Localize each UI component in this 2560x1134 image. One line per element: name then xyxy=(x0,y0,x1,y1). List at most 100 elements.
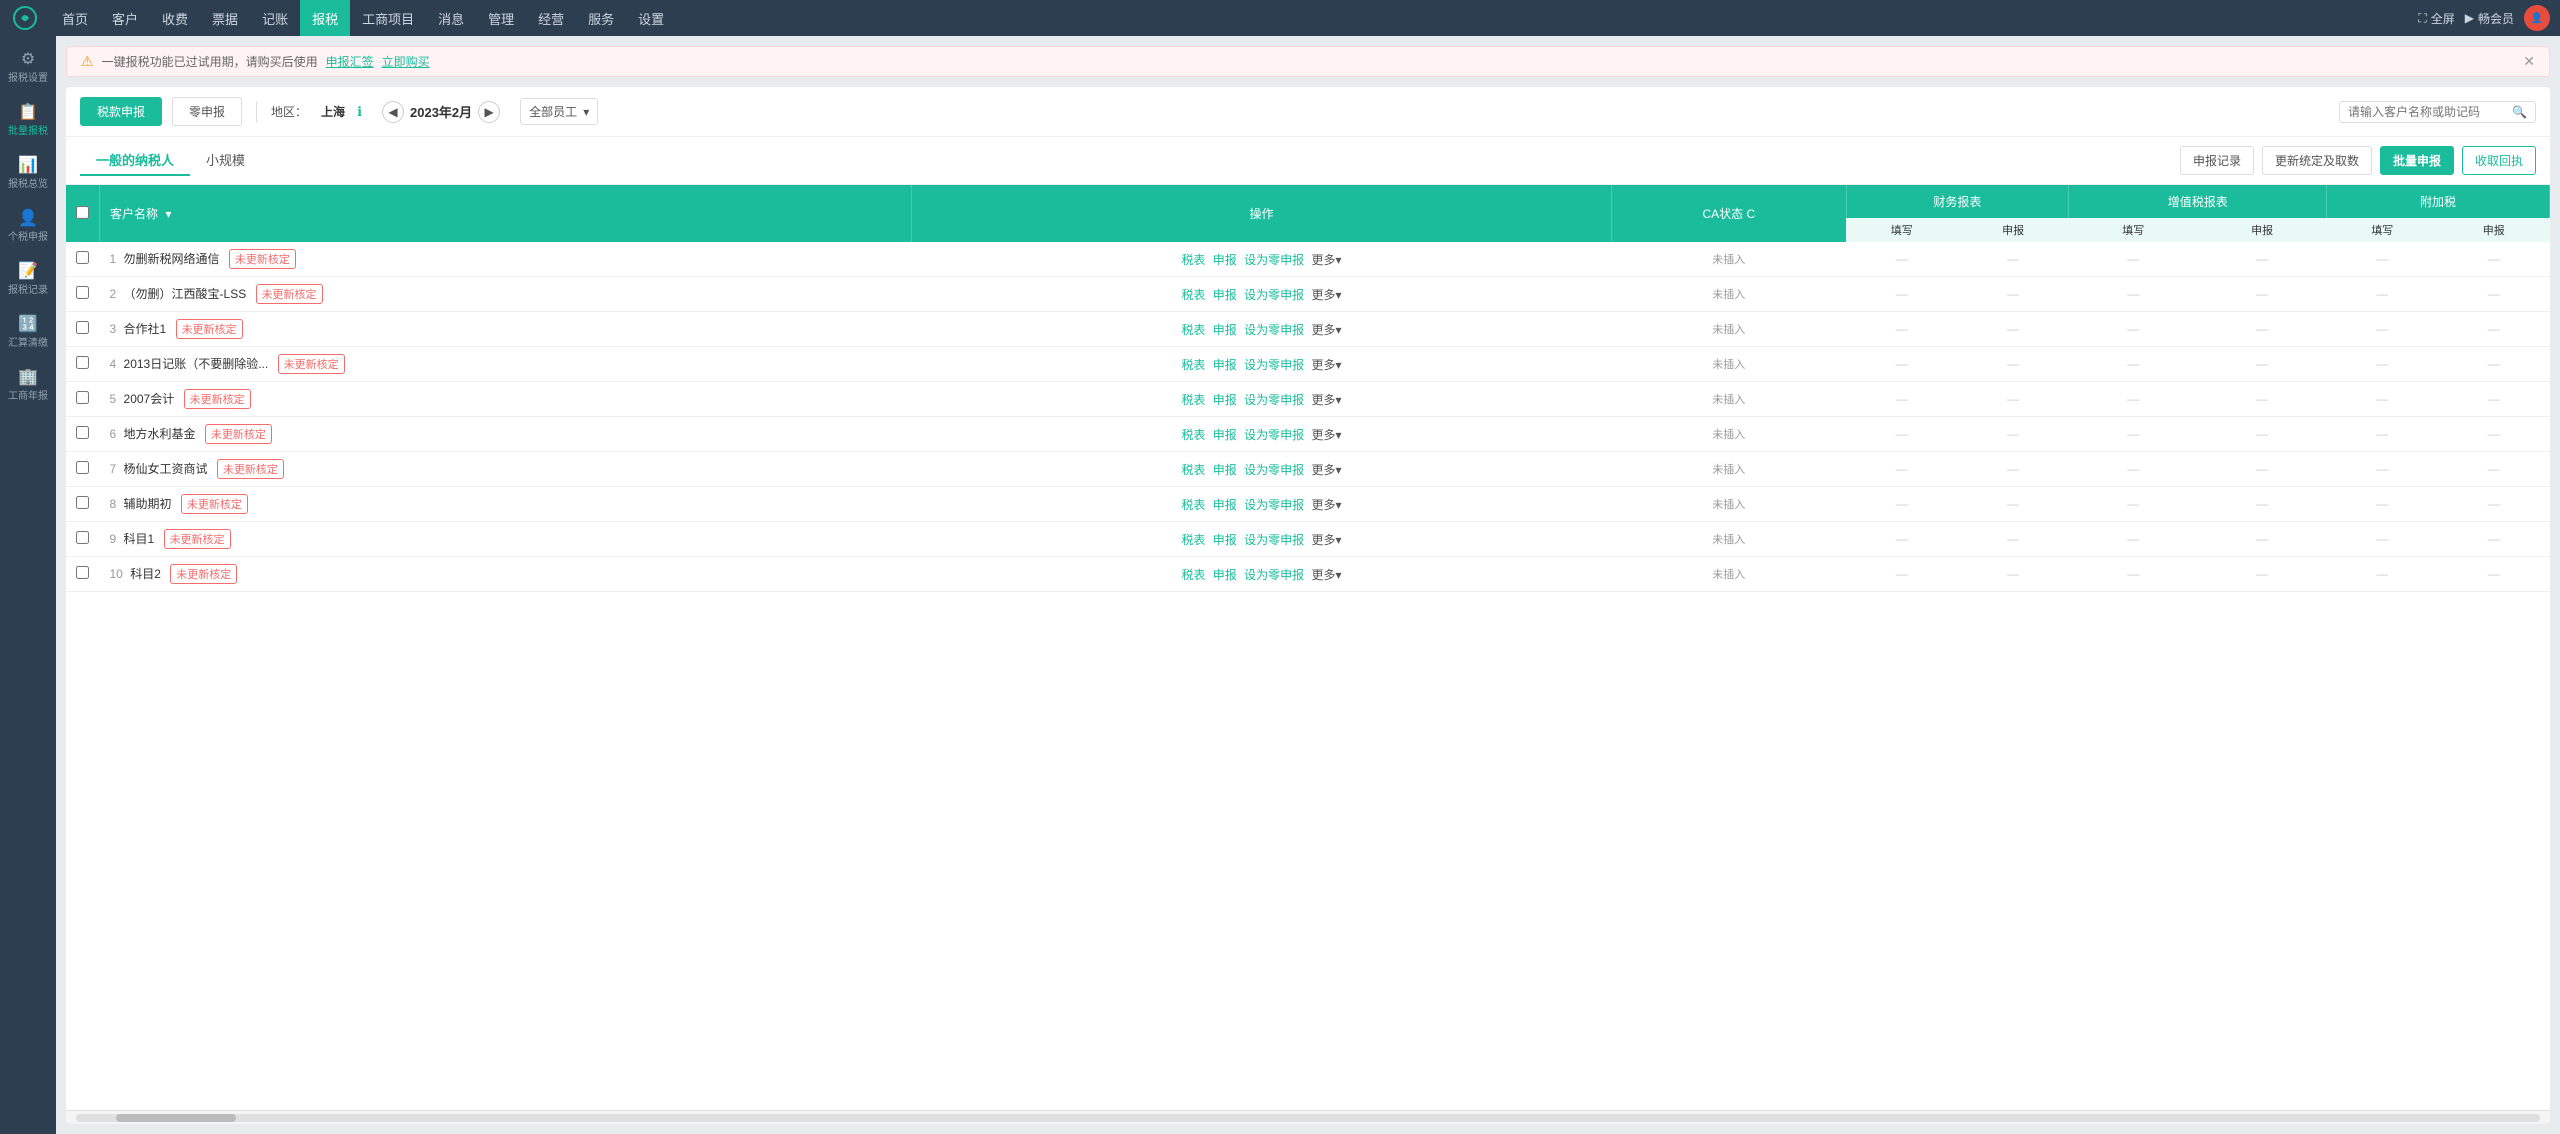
row-checkbox[interactable] xyxy=(76,566,89,579)
fin-dec-header: 申报 xyxy=(1957,218,2068,242)
declare-link[interactable]: 申报 xyxy=(1213,393,1237,407)
sidebar-item-tax-records[interactable]: 📝 报税记录 xyxy=(0,252,56,305)
retrieve-return-button[interactable]: 收取回执 xyxy=(2462,146,2536,175)
declare-link[interactable]: 申报 xyxy=(1213,498,1237,512)
tax-table-link[interactable]: 税表 xyxy=(1181,323,1205,337)
tax-table-link[interactable]: 税表 xyxy=(1181,393,1205,407)
row-checkbox[interactable] xyxy=(76,531,89,544)
nav-home[interactable]: 首页 xyxy=(50,0,100,36)
tax-table-link[interactable]: 税表 xyxy=(1181,533,1205,547)
more-link[interactable]: 更多▾ xyxy=(1311,463,1341,477)
tax-table-link[interactable]: 税表 xyxy=(1181,498,1205,512)
banner-link2[interactable]: 立即购买 xyxy=(382,53,430,70)
select-all-checkbox[interactable] xyxy=(76,206,89,219)
row-checkbox[interactable] xyxy=(76,426,89,439)
tab-tax-declaration[interactable]: 税款申报 xyxy=(80,97,162,126)
declare-link[interactable]: 申报 xyxy=(1213,428,1237,442)
tax-table-link[interactable]: 税表 xyxy=(1181,428,1205,442)
search-input[interactable] xyxy=(2348,105,2508,119)
tax-table-link[interactable]: 税表 xyxy=(1181,253,1205,267)
user-avatar[interactable]: 👤 xyxy=(2524,5,2550,31)
nav-tax[interactable]: 报税 xyxy=(300,0,350,36)
set-zero-link[interactable]: 设为零申报 xyxy=(1244,358,1304,372)
tab-small-scale[interactable]: 小规模 xyxy=(190,145,261,176)
set-zero-link[interactable]: 设为零申报 xyxy=(1244,253,1304,267)
declare-link[interactable]: 申报 xyxy=(1213,288,1237,302)
set-zero-link[interactable]: 设为零申报 xyxy=(1244,393,1304,407)
upgrade-button[interactable]: ▶ 畅会员 xyxy=(2465,10,2514,27)
tax-overview-icon: 📊 xyxy=(17,154,39,176)
tab-general-taxpayer[interactable]: 一般的纳税人 xyxy=(80,145,190,176)
row-checkbox[interactable] xyxy=(76,321,89,334)
vat-fill-cell: — xyxy=(2069,277,2198,312)
nav-bookkeeping[interactable]: 记账 xyxy=(250,0,300,36)
more-link[interactable]: 更多▾ xyxy=(1311,533,1341,547)
more-link[interactable]: 更多▾ xyxy=(1311,568,1341,582)
nav-invoices[interactable]: 票据 xyxy=(200,0,250,36)
fin-dec-cell: — xyxy=(1957,347,2068,382)
declare-link[interactable]: 申报 xyxy=(1213,323,1237,337)
nav-billing[interactable]: 收费 xyxy=(150,0,200,36)
more-link[interactable]: 更多▾ xyxy=(1311,253,1341,267)
declaration-records-button[interactable]: 申报记录 xyxy=(2180,146,2254,175)
declare-link[interactable]: 申报 xyxy=(1213,568,1237,582)
declare-link[interactable]: 申报 xyxy=(1213,533,1237,547)
nav-ops[interactable]: 经营 xyxy=(526,0,576,36)
set-zero-link[interactable]: 设为零申报 xyxy=(1244,288,1304,302)
nav-clients[interactable]: 客户 xyxy=(100,0,150,36)
employee-filter[interactable]: 全部员工 ▾ xyxy=(520,98,598,125)
nav-settings[interactable]: 设置 xyxy=(626,0,676,36)
date-prev-button[interactable]: ◀ xyxy=(382,101,404,123)
sidebar-item-tax-settings[interactable]: ⚙ 报税设置 xyxy=(0,40,56,93)
scroll-thumb[interactable] xyxy=(116,1114,236,1122)
more-link[interactable]: 更多▾ xyxy=(1311,393,1341,407)
sidebar-item-calc-clear[interactable]: 🔢 汇算清缴 xyxy=(0,305,56,358)
set-zero-link[interactable]: 设为零申报 xyxy=(1244,498,1304,512)
more-link[interactable]: 更多▾ xyxy=(1311,358,1341,372)
row-checkbox[interactable] xyxy=(76,356,89,369)
more-link[interactable]: 更多▾ xyxy=(1311,428,1341,442)
nav-service[interactable]: 服务 xyxy=(576,0,626,36)
update-stats-button[interactable]: 更新统定及取数 xyxy=(2262,146,2372,175)
nav-messages[interactable]: 消息 xyxy=(426,0,476,36)
row-checkbox[interactable] xyxy=(76,461,89,474)
status-badge: 未更新核定 xyxy=(181,494,248,514)
more-link[interactable]: 更多▾ xyxy=(1311,323,1341,337)
info-icon[interactable]: ℹ xyxy=(357,104,362,120)
declare-link[interactable]: 申报 xyxy=(1213,463,1237,477)
client-name: 科目2 xyxy=(130,567,161,581)
business-report-icon: 🏢 xyxy=(17,366,39,388)
row-checkbox[interactable] xyxy=(76,391,89,404)
sidebar-item-tax-overview[interactable]: 📊 报税总览 xyxy=(0,146,56,199)
sort-icon[interactable]: ▾ xyxy=(165,207,171,221)
tax-table-link[interactable]: 税表 xyxy=(1181,568,1205,582)
banner-link1[interactable]: 申报汇签 xyxy=(326,53,374,70)
banner-close-button[interactable]: ✕ xyxy=(2523,53,2535,70)
row-checkbox[interactable] xyxy=(76,286,89,299)
sidebar-item-batch-tax[interactable]: 📋 批量报税 xyxy=(0,93,56,146)
tax-table-link[interactable]: 税表 xyxy=(1181,463,1205,477)
set-zero-link[interactable]: 设为零申报 xyxy=(1244,463,1304,477)
search-icon[interactable]: 🔍 xyxy=(2512,105,2527,119)
nav-business[interactable]: 工商项目 xyxy=(350,0,426,36)
declare-link[interactable]: 申报 xyxy=(1213,358,1237,372)
declare-link[interactable]: 申报 xyxy=(1213,253,1237,267)
tax-table-link[interactable]: 税表 xyxy=(1181,358,1205,372)
sidebar-item-personal-tax[interactable]: 👤 个税申报 xyxy=(0,199,56,252)
set-zero-link[interactable]: 设为零申报 xyxy=(1244,323,1304,337)
sidebar-item-business-report[interactable]: 🏢 工商年报 xyxy=(0,358,56,411)
tax-table-link[interactable]: 税表 xyxy=(1181,288,1205,302)
nav-manage[interactable]: 管理 xyxy=(476,0,526,36)
row-checkbox[interactable] xyxy=(76,251,89,264)
more-link[interactable]: 更多▾ xyxy=(1311,288,1341,302)
row-checkbox[interactable] xyxy=(76,496,89,509)
fullscreen-button[interactable]: ⛶ 全屏 xyxy=(2418,10,2454,27)
batch-declaration-button[interactable]: 批量申报 xyxy=(2380,146,2454,175)
date-next-button[interactable]: ▶ xyxy=(478,101,500,123)
set-zero-link[interactable]: 设为零申报 xyxy=(1244,568,1304,582)
set-zero-link[interactable]: 设为零申报 xyxy=(1244,533,1304,547)
content-area: ⚠ 一键报税功能已过试用期，请购买后使用 申报汇签 立即购买 ✕ 税款申报 零申… xyxy=(56,36,2560,1134)
more-link[interactable]: 更多▾ xyxy=(1311,498,1341,512)
tab-zero-declaration[interactable]: 零申报 xyxy=(172,97,242,126)
set-zero-link[interactable]: 设为零申报 xyxy=(1244,428,1304,442)
